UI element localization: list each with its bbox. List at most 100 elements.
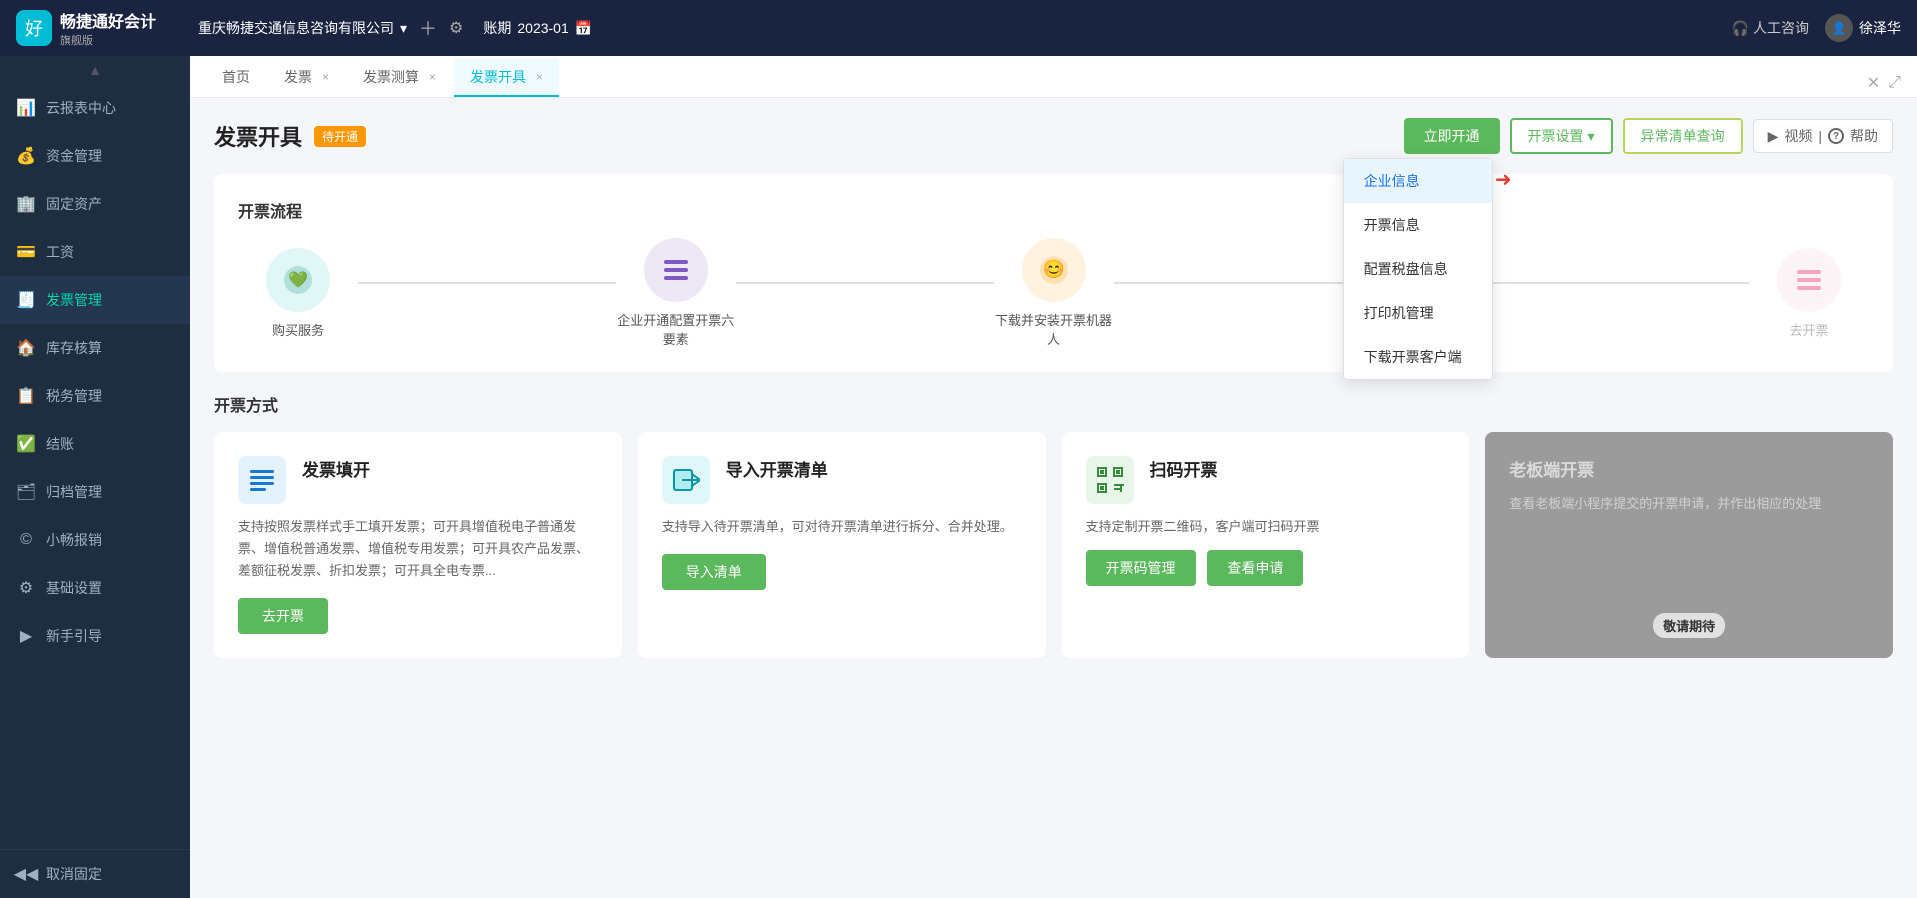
- flow-item-install: 😊 下载并安装开票机器人: [994, 238, 1114, 348]
- settings-icon: ⚙: [16, 578, 36, 598]
- calendar-icon[interactable]: 📅: [575, 20, 592, 37]
- sidebar-item-fund[interactable]: 💰 资金管理: [0, 132, 190, 180]
- salary-icon: 💳: [16, 242, 36, 262]
- user-menu[interactable]: 👤 徐泽华: [1825, 14, 1901, 42]
- method-btn-manual[interactable]: 去开票: [238, 598, 328, 634]
- tab-bar-actions: ✕ ⤢: [1867, 73, 1901, 97]
- sidebar-item-guide[interactable]: ▶ 新手引导: [0, 612, 190, 660]
- sidebar-item-tax[interactable]: 📋 税务管理: [0, 372, 190, 420]
- sidebar-scroll-up[interactable]: ▲: [0, 56, 190, 84]
- method-title-manual: 发票填开: [302, 456, 370, 481]
- top-bar-right: 🎧 人工咨询 👤 徐泽华: [1732, 14, 1901, 42]
- help-divider: |: [1818, 128, 1822, 144]
- sidebar-label-cloud-report: 云报表中心: [46, 98, 116, 118]
- tab-invoice-issue[interactable]: 发票开具 ×: [454, 59, 559, 97]
- tab-invoice-calc-close[interactable]: ×: [429, 70, 436, 84]
- dropdown-item-download-client[interactable]: 下载开票客户端: [1344, 335, 1492, 379]
- page-content: 发票开具 待开通 立即开通 开票设置 ▾: [190, 98, 1917, 898]
- sidebar-item-archive[interactable]: 🗂 归档管理: [0, 468, 190, 516]
- method-btns-scan: 开票码管理 查看申请: [1086, 550, 1446, 586]
- method-icon-area-import: 导入开票清单: [662, 456, 1022, 504]
- video-icon: ▶: [1768, 128, 1779, 145]
- global-settings-icon[interactable]: ⚙: [449, 18, 463, 38]
- sidebar-item-unpin[interactable]: ◀◀ 取消固定: [0, 850, 190, 898]
- flow-item-buy-service: 💚 购买服务: [238, 248, 358, 339]
- sidebar-item-inventory[interactable]: 🏠 库存核算: [0, 324, 190, 372]
- dropdown-item-printer[interactable]: 打印机管理: [1344, 291, 1492, 335]
- help-icon: ?: [1828, 128, 1844, 144]
- cloud-report-icon: 📊: [16, 98, 36, 118]
- tab-invoice-close[interactable]: ×: [322, 70, 329, 84]
- sidebar-label-guide: 新手引导: [46, 626, 102, 646]
- report-icon: ©: [16, 530, 36, 550]
- sidebar-item-cloud-report[interactable]: 📊 云报表中心: [0, 84, 190, 132]
- flow-icon-config: [644, 238, 708, 302]
- method-icon-scan: [1086, 456, 1134, 504]
- activate-button[interactable]: 立即开通: [1404, 118, 1500, 154]
- tab-maximize-button[interactable]: ⤢: [1888, 74, 1901, 92]
- method-desc-manual: 支持按照发票样式手工填开发票；可开具增值税电子普通发票、增值税普通发票、增值税专…: [238, 516, 598, 582]
- unpin-icon: ◀◀: [16, 864, 36, 884]
- dropdown-item-company-info[interactable]: 企业信息 ➜: [1344, 159, 1492, 203]
- tab-close-button[interactable]: ✕: [1867, 73, 1880, 93]
- methods-grid: 发票填开 支持按照发票样式手工填开发票；可开具增值税电子普通发票、增值税普通发票…: [214, 432, 1893, 658]
- sidebar-item-salary[interactable]: 💳 工资: [0, 228, 190, 276]
- help-button[interactable]: ▶ 视频 | ? 帮助: [1753, 119, 1893, 153]
- add-tab-button[interactable]: ＋: [419, 15, 437, 41]
- support-button[interactable]: 🎧 人工咨询: [1732, 18, 1809, 38]
- method-icon-manual: [238, 456, 286, 504]
- method-btn-scan-code[interactable]: 开票码管理: [1086, 550, 1196, 586]
- method-title-scan: 扫码开票: [1150, 456, 1218, 481]
- flow-connector-3: [1114, 282, 1372, 284]
- asset-icon: 🏢: [16, 194, 36, 214]
- settings-button[interactable]: 开票设置 ▾: [1510, 118, 1613, 154]
- methods-section: 开票方式 发票填开 支持按照发票样式手工填开发票；可开具增值税电子普通发票、增值…: [214, 392, 1893, 658]
- sidebar-item-settings[interactable]: ⚙ 基础设置: [0, 564, 190, 612]
- settings-button-label: 开票设置: [1528, 126, 1584, 146]
- sidebar-item-report[interactable]: © 小畅报销: [0, 516, 190, 564]
- company-selector[interactable]: 重庆畅捷交通信息咨询有限公司 ▾: [198, 18, 407, 38]
- dropdown-label-printer: 打印机管理: [1364, 305, 1434, 321]
- method-icon-import: [662, 456, 710, 504]
- user-avatar: 👤: [1825, 14, 1853, 42]
- flow-item-go-issue: 去开票: [1749, 248, 1869, 339]
- company-dropdown-icon[interactable]: ▾: [400, 20, 407, 37]
- user-name: 徐泽华: [1859, 18, 1901, 38]
- fund-icon: 💰: [16, 146, 36, 166]
- settings-dropdown-arrow-icon: ▾: [1588, 128, 1595, 145]
- abnormal-list-button[interactable]: 异常清单查询: [1623, 118, 1743, 154]
- method-icon-area-scan: 扫码开票: [1086, 456, 1446, 504]
- period-label: 账期: [483, 18, 511, 38]
- period-info: 账期 2023-01 📅: [483, 18, 592, 38]
- tab-invoice-issue-close[interactable]: ×: [536, 70, 543, 84]
- svg-text:💚: 💚: [288, 271, 308, 289]
- tab-home-label: 首页: [222, 67, 250, 87]
- help-label: 帮助: [1850, 126, 1878, 146]
- support-label: 人工咨询: [1753, 18, 1809, 38]
- sidebar-item-settle[interactable]: ✅ 结账: [0, 420, 190, 468]
- tab-invoice-calc-label: 发票测算: [363, 67, 419, 87]
- tab-home[interactable]: 首页: [206, 59, 266, 97]
- method-desc-import: 支持导入待开票清单，可对待开票清单进行拆分、合并处理。: [662, 516, 1022, 538]
- method-btn-import[interactable]: 导入清单: [662, 554, 766, 590]
- tab-invoice-label: 发票: [284, 67, 312, 87]
- sidebar-label-settings: 基础设置: [46, 578, 102, 598]
- dropdown-label-invoice-info: 开票信息: [1364, 217, 1420, 233]
- tab-bar: 首页 发票 × 发票测算 × 发票开具 × ✕ ⤢: [190, 56, 1917, 98]
- flow-label-config: 企业开通配置开票六要素: [616, 310, 736, 348]
- sidebar-label-report: 小畅报销: [46, 530, 102, 550]
- video-label: 视频: [1784, 126, 1812, 146]
- tab-invoice[interactable]: 发票 ×: [268, 59, 345, 97]
- sidebar-label-fund: 资金管理: [46, 146, 102, 166]
- settings-dropdown-container: 开票设置 ▾ 企业信息 ➜: [1510, 118, 1613, 154]
- sidebar-bottom: ◀◀ 取消固定: [0, 849, 190, 898]
- page-title: 发票开具: [214, 120, 302, 152]
- sidebar-item-asset[interactable]: 🏢 固定资产: [0, 180, 190, 228]
- dropdown-item-tax-config[interactable]: 配置税盘信息: [1344, 247, 1492, 291]
- sidebar: ▲ 📊 云报表中心 💰 资金管理 🏢 固定资产 💳 工资 🧾 发票管理: [0, 56, 190, 898]
- sidebar-item-invoice[interactable]: 🧾 发票管理: [0, 276, 190, 324]
- method-btn-scan-apply[interactable]: 查看申请: [1207, 550, 1303, 586]
- tab-invoice-calc[interactable]: 发票测算 ×: [347, 59, 452, 97]
- dropdown-item-invoice-info[interactable]: 开票信息: [1344, 203, 1492, 247]
- flow-section-title: 开票流程: [238, 198, 1869, 222]
